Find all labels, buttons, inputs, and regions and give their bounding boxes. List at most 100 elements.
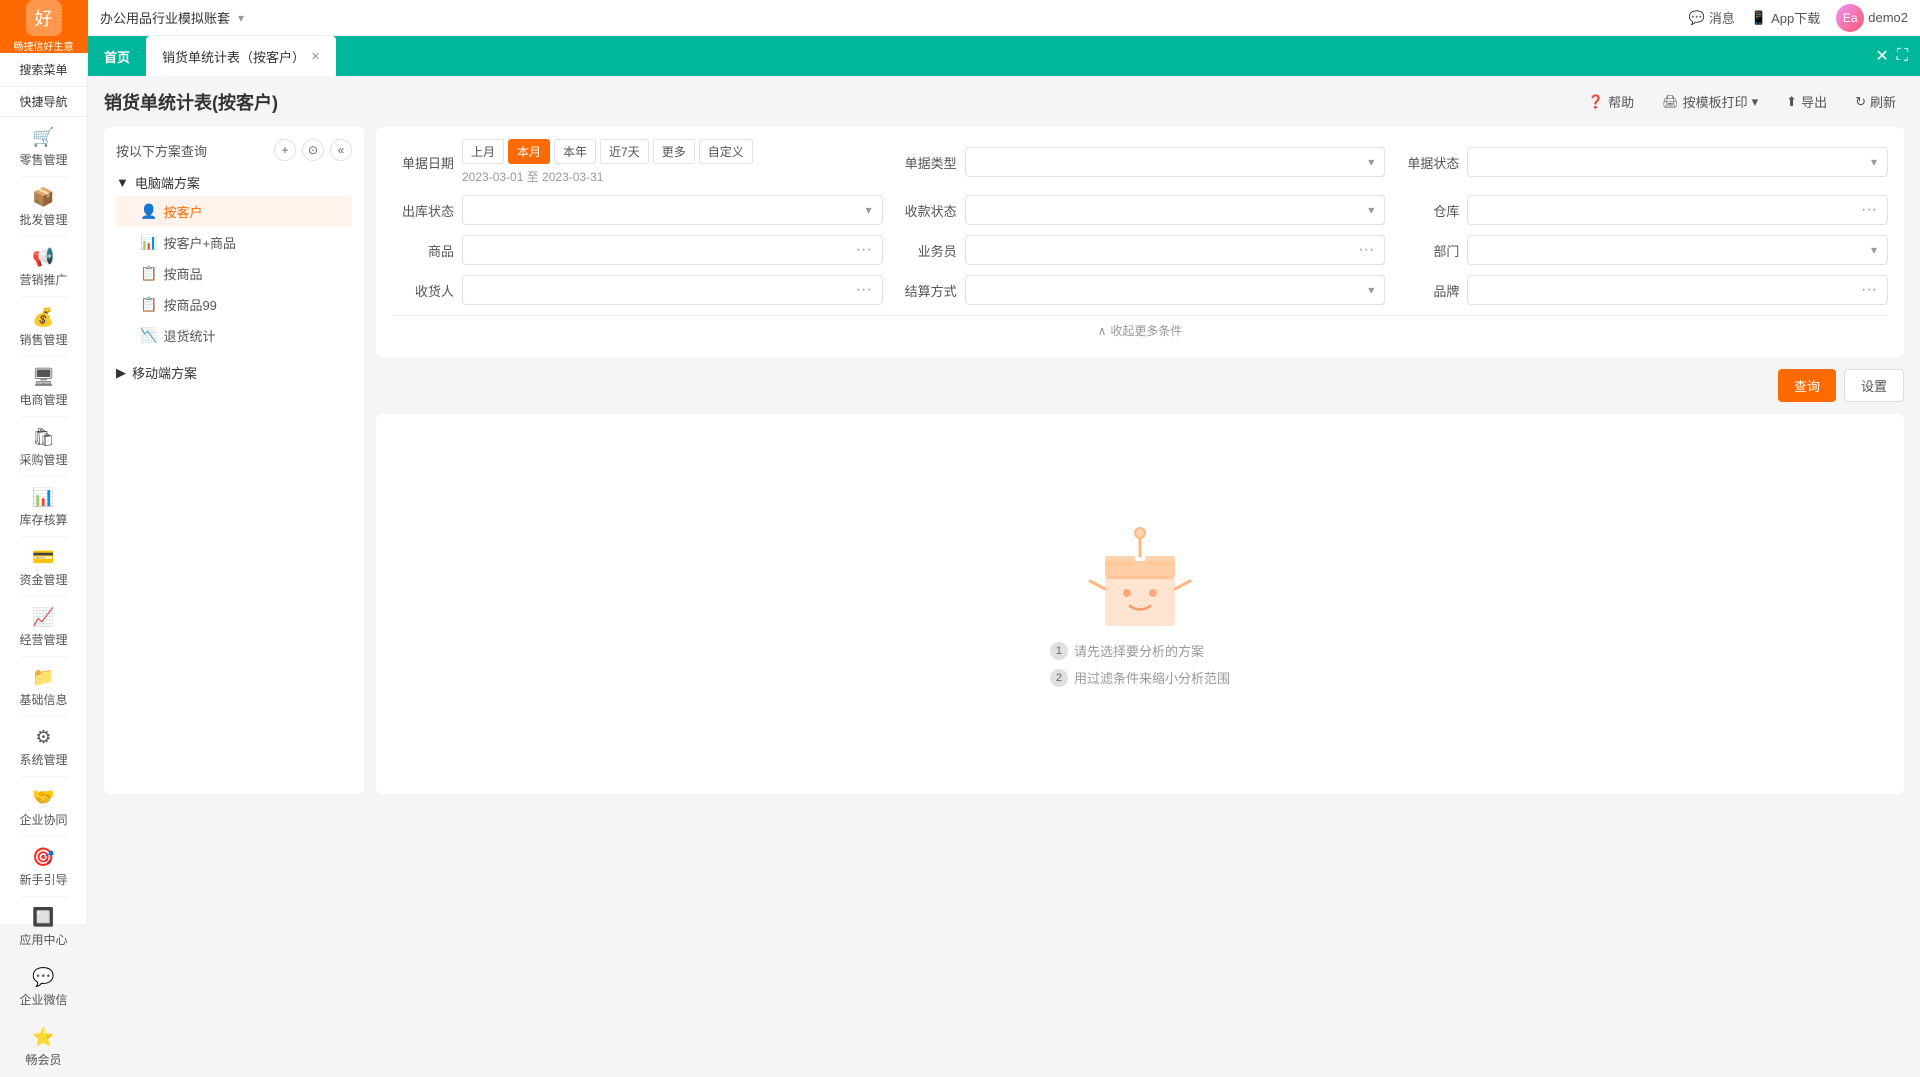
message-label: 消息 (1709, 8, 1735, 27)
filter-row-2: 出库状态 ▾ 收款状态 ▾ (392, 195, 1888, 225)
sidebar-item-label-finance: 资金管理 (19, 571, 67, 588)
sidebar-item-inventory[interactable]: 📊库存核算 (19, 477, 67, 537)
close-window-icon[interactable]: ✕ (1875, 46, 1888, 66)
sidebar-item-enterprise[interactable]: 🤝企业协同 (19, 777, 67, 837)
this-year-btn[interactable]: 本年 (554, 139, 596, 164)
avatar: Ea (1836, 4, 1864, 32)
tip1-item: 1 请先选择要分析的方案 (1050, 641, 1230, 660)
brand-filter: 品牌 ··· (1397, 275, 1888, 305)
edit-scheme-btn[interactable]: ⊙ (302, 139, 324, 161)
sidebar-item-ecommerce[interactable]: 🖥电商管理 (19, 357, 67, 417)
custom-btn[interactable]: 自定义 (699, 139, 753, 164)
sidebar: 好 畅捷信好生意 搜索菜单 快捷导航 🛒零售管理📦批发管理📢营销推广💰销售管理🖥… (0, 0, 88, 924)
sidebar-item-marketing[interactable]: 📢营销推广 (19, 237, 67, 297)
query-btn[interactable]: 查询 (1778, 369, 1836, 402)
scheme-customer-product[interactable]: 📊 按客户+商品 (116, 227, 352, 258)
type-select[interactable]: ▾ (965, 147, 1386, 177)
sidebar-item-appcenter[interactable]: 🔲应用中心 (19, 897, 67, 957)
collect-label: 收款状态 (895, 201, 965, 220)
sidebar-item-purchase[interactable]: 🛍采购管理 (19, 417, 67, 477)
help-label: 帮助 (1608, 92, 1634, 111)
tab-home-label: 首页 (104, 47, 130, 66)
collect-chevron-icon: ▾ (1368, 203, 1374, 217)
quick-nav[interactable]: 快捷导航 (0, 87, 87, 117)
scheme-by-product[interactable]: 📋 按商品 (116, 258, 352, 289)
product99-icon: 📋 (140, 296, 157, 313)
sidebar-item-label-operation: 经营管理 (19, 631, 67, 648)
sidebar-item-wechat[interactable]: 💬企业微信 (19, 957, 67, 1017)
settle-chevron-icon: ▾ (1368, 283, 1374, 297)
product-filter: 商品 ··· (392, 235, 883, 265)
app-download-btn[interactable]: 📱 App下载 (1751, 8, 1820, 27)
tab-sales-stat[interactable]: 销货单统计表（按客户） ✕ (146, 36, 336, 76)
out-status-select[interactable]: ▾ (462, 195, 883, 225)
tab-sales-stat-label: 销货单统计表（按客户） (162, 47, 305, 66)
more-btn[interactable]: 更多 (653, 139, 695, 164)
add-scheme-btn[interactable]: + (274, 139, 296, 161)
scheme-by-customer[interactable]: 👤 按客户 (116, 196, 352, 227)
pc-scheme-title[interactable]: ▼ 电脑端方案 (116, 169, 352, 196)
sidebar-item-wholesale[interactable]: 📦批发管理 (19, 177, 67, 237)
message-btn[interactable]: 💬 消息 (1689, 8, 1735, 27)
print-label: 按模板打印 (1683, 92, 1748, 111)
collapse-label: 收起更多条件 (1110, 322, 1182, 339)
settle-select[interactable]: ▾ (965, 275, 1386, 305)
filter-row-1: 单据日期 上月 本月 本年 近7天 更多 自定义 20 (392, 139, 1888, 185)
app-logo[interactable]: 好 畅捷信好生意 (0, 0, 88, 53)
sidebar-item-operation[interactable]: 📈经营管理 (19, 597, 67, 657)
search-menu[interactable]: 搜索菜单 (0, 53, 87, 87)
sidebar-item-retail[interactable]: 🛒 零售管理 (19, 117, 67, 177)
scheme-by-product99[interactable]: 📋 按商品99 (116, 289, 352, 320)
sidebar-item-label-vip: 畅会员 (25, 1051, 61, 1068)
content-area: 销货单统计表(按客户) ❓ 帮助 🖨 按模板打印 ▾ ⬆ 导出 ↻ 刷新 (88, 76, 1920, 924)
mobile-scheme-title[interactable]: ▶ 移动端方案 (116, 359, 352, 386)
collect-select[interactable]: ▾ (965, 195, 1386, 225)
collapse-panel-btn[interactable]: « (330, 139, 352, 161)
this-month-btn[interactable]: 本月 (508, 139, 550, 164)
user-profile[interactable]: Ea demo2 (1836, 4, 1908, 32)
sidebar-item-system[interactable]: ⚙系统管理 (19, 717, 67, 777)
date-btn-group: 上月 本月 本年 近7天 更多 自定义 (462, 139, 883, 164)
last-month-btn[interactable]: 上月 (462, 139, 504, 164)
status-select[interactable]: ▾ (1467, 147, 1888, 177)
out-status-label: 出库状态 (392, 201, 462, 220)
scheme-return-stat[interactable]: 📉 退货统计 (116, 320, 352, 351)
tab-home[interactable]: 首页 (88, 36, 146, 76)
last7days-btn[interactable]: 近7天 (600, 139, 649, 164)
sidebar-item-label-wholesale: 批发管理 (19, 211, 67, 228)
refresh-btn[interactable]: ↻ 刷新 (1847, 88, 1904, 115)
sidebar-item-basic[interactable]: 📁基础信息 (19, 657, 67, 717)
settings-btn[interactable]: 设置 (1844, 369, 1904, 402)
retail-icon: 🛒 (32, 127, 54, 148)
sidebar-item-vip[interactable]: ⭐畅会员 (19, 1017, 67, 1077)
ecommerce-icon: 🖥 (32, 367, 55, 388)
brand-select[interactable]: ··· (1467, 275, 1888, 305)
sidebar-item-sales[interactable]: 💰销售管理 (19, 297, 67, 357)
salesperson-select[interactable]: ··· (965, 235, 1386, 265)
receiver-select[interactable]: ··· (462, 275, 883, 305)
warehouse-select[interactable]: ··· (1467, 195, 1888, 225)
empty-illustration (1080, 521, 1200, 641)
newbie-icon: 🎯 (32, 847, 54, 868)
collapse-bar[interactable]: ∧ 收起更多条件 (392, 315, 1888, 345)
product-select[interactable]: ··· (462, 235, 883, 265)
sidebar-item-label-retail: 零售管理 (19, 151, 67, 168)
maximize-icon[interactable]: ⛶ (1897, 47, 1908, 65)
salesperson-dots-icon: ··· (1358, 241, 1374, 259)
dept-select[interactable]: ▾ (1467, 235, 1888, 265)
sidebar-item-finance[interactable]: 💳资金管理 (19, 537, 67, 597)
help-btn[interactable]: ❓ 帮助 (1580, 88, 1642, 115)
empty-state: 1 请先选择要分析的方案 2 用过滤条件来缩小分析范围 (376, 414, 1904, 794)
receiver-label: 收货人 (392, 281, 462, 300)
filter-panel: 单据日期 上月 本月 本年 近7天 更多 自定义 20 (376, 127, 1904, 357)
marketing-icon: 📢 (32, 247, 54, 268)
print-btn[interactable]: 🖨 按模板打印 ▾ (1654, 88, 1766, 115)
export-btn[interactable]: ⬆ 导出 (1778, 88, 1835, 115)
tab-close-icon[interactable]: ✕ (311, 50, 320, 63)
filter-main: 单据日期 上月 本月 本年 近7天 更多 自定义 20 (376, 127, 1904, 794)
sidebar-item-label-inventory: 库存核算 (19, 511, 67, 528)
topbar-dropdown[interactable]: ▾ (238, 11, 244, 25)
type-label: 单据类型 (895, 153, 965, 172)
sidebar-item-newbie[interactable]: 🎯新手引导 (19, 837, 67, 897)
sidebar-item-label-system: 系统管理 (19, 751, 67, 768)
